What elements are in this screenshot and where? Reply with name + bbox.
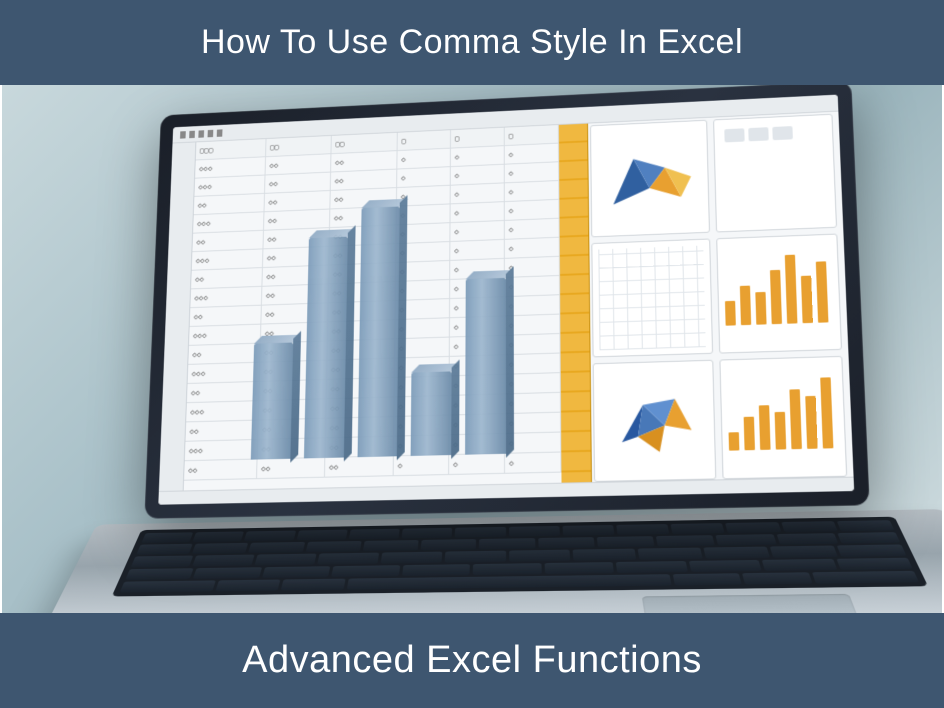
footer-band: Advanced Excel Functions — [0, 613, 944, 708]
highlighted-column — [559, 124, 592, 483]
chart-card-bars — [716, 233, 842, 354]
laptop-screen-bezel: ▢▢▢▢▢▢▢▢▢▢ ◇◇◇◇◇◇◇◇◇◇ ◇◇◇◇◇◇◇◇◇◇ ◇◇◇◇◇◇◇… — [144, 85, 869, 519]
chart-card-header — [713, 114, 837, 232]
chart-card-geometric — [590, 120, 710, 237]
laptop-keyboard — [39, 509, 944, 613]
footer-title: Advanced Excel Functions — [242, 639, 702, 682]
hero-illustration: ▢▢▢▢▢▢▢▢▢▢ ◇◇◇◇◇◇◇◇◇◇ ◇◇◇◇◇◇◇◇◇◇ ◇◇◇◇◇◇◇… — [0, 85, 944, 613]
laptop-trackpad — [642, 594, 861, 613]
laptop-screen: ▢▢▢▢▢▢▢▢▢▢ ◇◇◇◇◇◇◇◇◇◇ ◇◇◇◇◇◇◇◇◇◇ ◇◇◇◇◇◇◇… — [158, 95, 854, 505]
chart-card-grid — [591, 238, 713, 358]
laptop-illustration: ▢▢▢▢▢▢▢▢▢▢ ◇◇◇◇◇◇◇◇◇◇ ◇◇◇◇◇◇◇◇◇◇ ◇◇◇◇◇◇◇… — [90, 88, 930, 613]
charts-panel — [590, 114, 847, 482]
chart-card-bars2 — [719, 356, 847, 479]
spreadsheet-area: ▢▢▢▢▢▢▢▢▢▢ ◇◇◇◇◇◇◇◇◇◇ ◇◇◇◇◇◇◇◇◇◇ ◇◇◇◇◇◇◇… — [159, 125, 572, 491]
keyboard-well — [112, 517, 928, 597]
header-band: How To Use Comma Style In Excel — [0, 0, 944, 85]
spreadsheet-cells: ▢▢▢▢▢▢▢▢▢▢ ◇◇◇◇◇◇◇◇◇◇ ◇◇◇◇◇◇◇◇◇◇ ◇◇◇◇◇◇◇… — [184, 125, 572, 491]
chart-card-lowpoly — [593, 360, 717, 482]
page-title: How To Use Comma Style In Excel — [201, 23, 743, 62]
